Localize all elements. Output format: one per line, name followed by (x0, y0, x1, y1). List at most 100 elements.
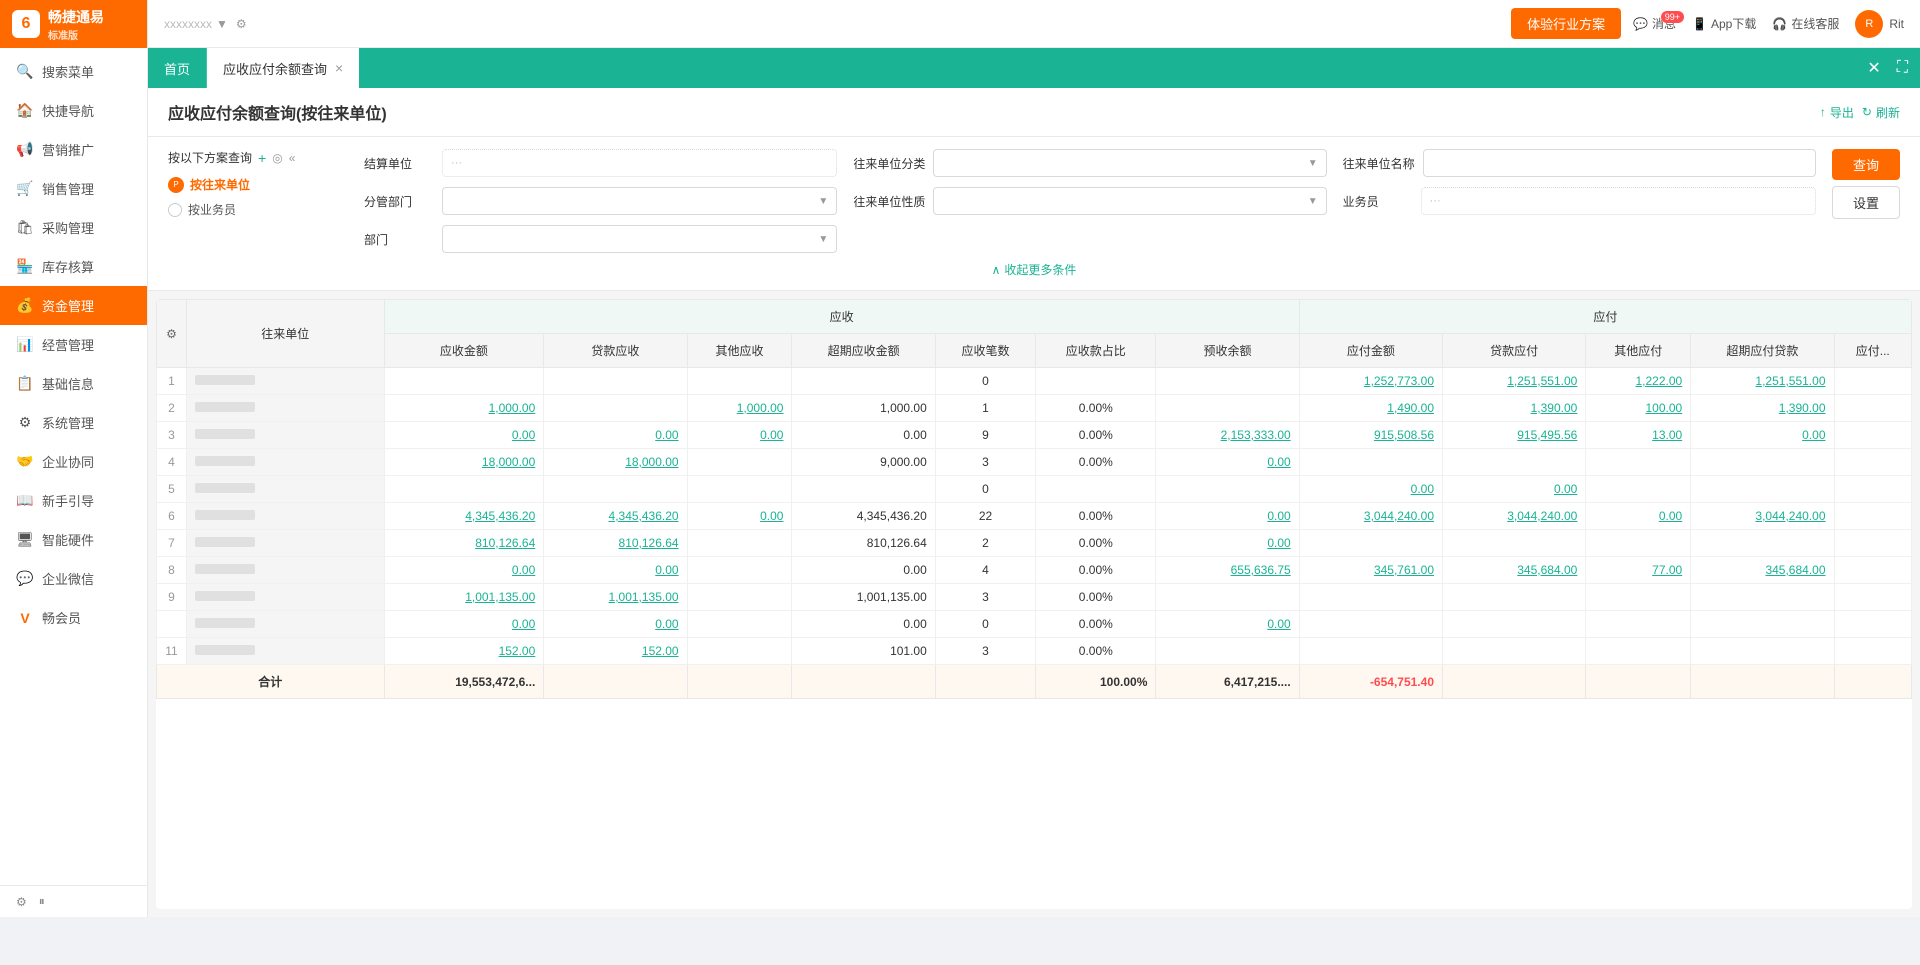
row-receivable-amount[interactable]: 0.00 (384, 422, 544, 449)
app-download-btn[interactable]: 📱 App下载 (1692, 15, 1756, 32)
row-receivable-amount[interactable]: 1,000.00 (384, 395, 544, 422)
row-loan-receivable[interactable]: 152.00 (544, 638, 687, 665)
tab-home[interactable]: 首页 (148, 48, 207, 88)
row-loan-payable[interactable]: 3,044,240.00 (1443, 503, 1586, 530)
tab-close-window-btn[interactable]: ✕ (1863, 54, 1884, 82)
row-receivable-amount[interactable]: 18,000.00 (384, 449, 544, 476)
row-prepay-balance[interactable]: 0.00 (1156, 503, 1299, 530)
sidebar-item-basic-info[interactable]: 📋 基础信息 (0, 364, 147, 403)
solution-button[interactable]: 体验行业方案 (1511, 8, 1621, 39)
footer-receivable-amount[interactable]: 19,553,472,6... (384, 665, 544, 699)
sidebar-item-cooperation[interactable]: 🤝 企业协同 (0, 442, 147, 481)
sidebar-item-quick-nav[interactable]: 🏠 快捷导航 (0, 91, 147, 130)
sidebar-item-inventory[interactable]: 🏪 库存核算 (0, 247, 147, 286)
unit-nature-input[interactable]: ▼ (933, 187, 1326, 215)
row-loan-receivable[interactable]: 810,126.64 (544, 530, 687, 557)
dropdown-arrow-icon[interactable]: ▼ (216, 17, 228, 31)
sidebar-item-search-menu[interactable]: 🔍 搜索菜单 (0, 52, 147, 91)
row-payable-extra (1834, 530, 1912, 557)
row-loan-receivable[interactable]: 0.00 (544, 611, 687, 638)
row-overdue-payable[interactable]: 0.00 (1691, 422, 1834, 449)
row-receivable-amount[interactable]: 0.00 (384, 557, 544, 584)
row-receivable-amount[interactable]: 152.00 (384, 638, 544, 665)
row-other-payable[interactable]: 1,222.00 (1586, 368, 1691, 395)
row-prepay-balance[interactable]: 655,636.75 (1156, 557, 1299, 584)
row-loan-receivable[interactable]: 1,001,135.00 (544, 584, 687, 611)
sidebar-item-wechat[interactable]: 💬 企业微信 (0, 559, 147, 598)
dept-input[interactable]: ▼ (442, 225, 837, 253)
row-overdue-payable[interactable]: 1,251,551.00 (1691, 368, 1834, 395)
dept-manager-input[interactable]: ▼ (442, 187, 837, 215)
unit-name-input[interactable] (1423, 149, 1816, 177)
row-other-payable[interactable]: 100.00 (1586, 395, 1691, 422)
sidebar-item-hardware[interactable]: 🖥 智能硬件 (0, 520, 147, 559)
sidebar-collapse-btn[interactable]: ⏸ (39, 894, 45, 909)
row-prepay-balance[interactable]: 0.00 (1156, 530, 1299, 557)
sidebar-item-finance[interactable]: 💰 资金管理 (0, 286, 147, 325)
row-payable-amount[interactable]: 1,490.00 (1299, 395, 1442, 422)
salesperson-input[interactable]: ··· (1421, 187, 1816, 215)
row-prepay-balance[interactable]: 0.00 (1156, 449, 1299, 476)
collapse-btn[interactable]: ∧ 收起更多条件 (992, 261, 1077, 278)
user-area[interactable]: R Rit (1855, 10, 1904, 38)
sidebar-settings-btn[interactable]: ⚙ (16, 894, 27, 909)
row-payable-amount[interactable]: 1,252,773.00 (1299, 368, 1442, 395)
sidebar-item-purchase[interactable]: 🛍 采购管理 (0, 208, 147, 247)
unit-category-input[interactable]: ▼ (933, 149, 1326, 177)
row-overdue-payable[interactable]: 1,390.00 (1691, 395, 1834, 422)
row-other-payable[interactable]: 0.00 (1586, 503, 1691, 530)
add-scheme-icon[interactable]: + (258, 150, 266, 166)
export-button[interactable]: ↑ 导出 (1820, 104, 1854, 121)
settlement-unit-input[interactable]: ··· (442, 149, 837, 177)
sidebar-item-operations[interactable]: 📊 经营管理 (0, 325, 147, 364)
row-loan-payable[interactable]: 1,251,551.00 (1443, 368, 1586, 395)
online-service-btn[interactable]: 🎧 在线客服 (1772, 15, 1839, 32)
tab-expand-btn[interactable]: ⛶ (1893, 55, 1912, 81)
query-button[interactable]: 查询 (1832, 149, 1900, 180)
row-loan-receivable[interactable]: 0.00 (544, 422, 687, 449)
row-receivable-amount[interactable]: 810,126.64 (384, 530, 544, 557)
notification-badge[interactable]: 💬 消息 99+ (1633, 15, 1676, 32)
tab-active[interactable]: 应收应付余额查询 × (207, 48, 359, 88)
row-payable-amount[interactable]: 3,044,240.00 (1299, 503, 1442, 530)
scheme-by-unit[interactable]: P 按往来单位 (168, 174, 348, 195)
setup-button[interactable]: 设置 (1832, 186, 1900, 219)
sidebar-item-sales[interactable]: 🛒 销售管理 (0, 169, 147, 208)
row-loan-receivable[interactable]: 4,345,436.20 (544, 503, 687, 530)
row-loan-payable[interactable]: 1,390.00 (1443, 395, 1586, 422)
sidebar-item-system[interactable]: ⚙ 系统管理 (0, 403, 147, 442)
service-icon: 🎧 (1772, 17, 1787, 31)
row-prepay-balance[interactable]: 2,153,333.00 (1156, 422, 1299, 449)
table-settings-icon[interactable]: ⚙ (164, 326, 180, 342)
row-receivable-amount[interactable]: 4,345,436.20 (384, 503, 544, 530)
scheme-by-staff[interactable]: 按业务员 (168, 199, 348, 220)
back-icon[interactable]: « (289, 151, 296, 165)
row-prepay-balance[interactable]: 0.00 (1156, 611, 1299, 638)
table-scroll[interactable]: ⚙ 往来单位 应收 应付 应收金额 贷款应收 其他应收 超期应收金额 应收笔数 (156, 299, 1912, 909)
sales-icon: 🛒 (16, 180, 34, 198)
refresh-button[interactable]: ↻ 刷新 (1862, 104, 1900, 121)
settings-gear-icon[interactable]: ⚙ (236, 17, 247, 31)
sidebar-item-guide[interactable]: 📖 新手引导 (0, 481, 147, 520)
tab-close-btn[interactable]: × (335, 60, 343, 76)
row-overdue-payable[interactable]: 345,684.00 (1691, 557, 1834, 584)
row-payable-amount[interactable]: 345,761.00 (1299, 557, 1442, 584)
row-loan-payable[interactable]: 915,495.56 (1443, 422, 1586, 449)
row-other-payable[interactable]: 13.00 (1586, 422, 1691, 449)
target-icon[interactable]: ◎ (272, 151, 282, 165)
row-loan-receivable[interactable]: 18,000.00 (544, 449, 687, 476)
row-other-receivable[interactable]: 0.00 (687, 503, 792, 530)
row-other-payable[interactable]: 77.00 (1586, 557, 1691, 584)
row-loan-payable[interactable]: 0.00 (1443, 476, 1586, 503)
sidebar-item-member[interactable]: V 畅会员 (0, 598, 147, 637)
row-other-receivable[interactable]: 1,000.00 (687, 395, 792, 422)
row-other-receivable[interactable]: 0.00 (687, 422, 792, 449)
row-payable-amount[interactable]: 0.00 (1299, 476, 1442, 503)
row-loan-receivable[interactable]: 0.00 (544, 557, 687, 584)
row-overdue-payable[interactable]: 3,044,240.00 (1691, 503, 1834, 530)
row-receivable-amount[interactable]: 0.00 (384, 611, 544, 638)
row-payable-amount[interactable]: 915,508.56 (1299, 422, 1442, 449)
sidebar-item-marketing[interactable]: 📢 营销推广 (0, 130, 147, 169)
row-receivable-amount[interactable]: 1,001,135.00 (384, 584, 544, 611)
row-loan-payable[interactable]: 345,684.00 (1443, 557, 1586, 584)
